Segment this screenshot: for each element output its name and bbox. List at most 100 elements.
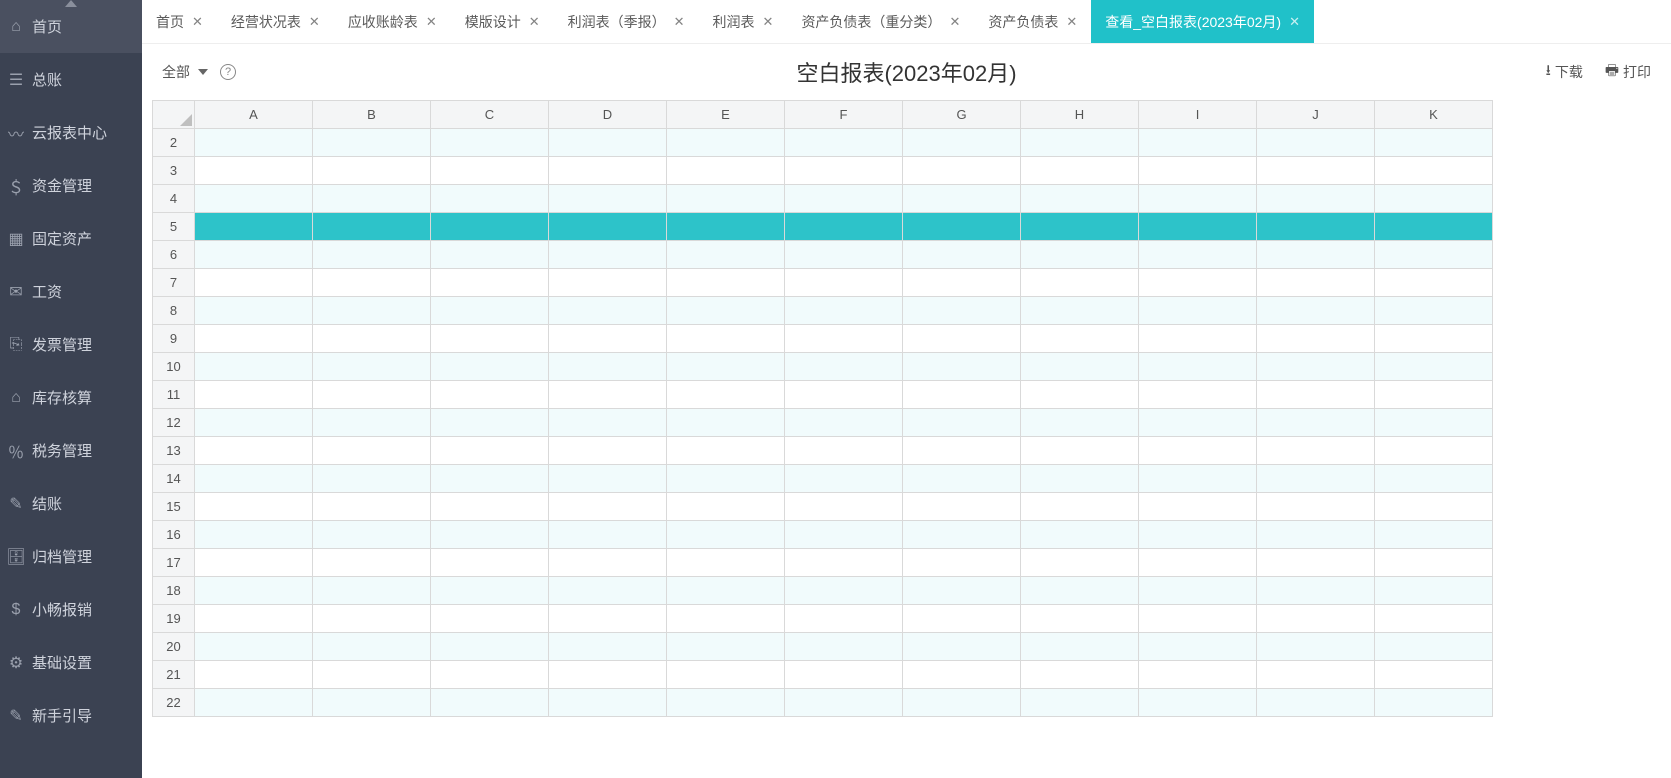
cell-K21[interactable] xyxy=(1375,661,1493,689)
cell-F16[interactable] xyxy=(785,521,903,549)
column-header-B[interactable]: B xyxy=(313,101,431,129)
cell-B11[interactable] xyxy=(313,381,431,409)
cell-A12[interactable] xyxy=(195,409,313,437)
row-header-16[interactable]: 16 xyxy=(153,521,195,549)
cell-E3[interactable] xyxy=(667,157,785,185)
cell-C4[interactable] xyxy=(431,185,549,213)
cell-G16[interactable] xyxy=(903,521,1021,549)
cell-I2[interactable] xyxy=(1139,129,1257,157)
cell-B21[interactable] xyxy=(313,661,431,689)
cell-G14[interactable] xyxy=(903,465,1021,493)
row-header-6[interactable]: 6 xyxy=(153,241,195,269)
cell-J17[interactable] xyxy=(1257,549,1375,577)
cell-F7[interactable] xyxy=(785,269,903,297)
sidebar-item-tax[interactable]: ％税务管理 xyxy=(0,424,142,477)
cell-E14[interactable] xyxy=(667,465,785,493)
spreadsheet[interactable]: ABCDEFGHIJK23456789101112131415161718192… xyxy=(142,100,1671,778)
row-header-10[interactable]: 10 xyxy=(153,353,195,381)
cell-B19[interactable] xyxy=(313,605,431,633)
row-header-12[interactable]: 12 xyxy=(153,409,195,437)
cell-D19[interactable] xyxy=(549,605,667,633)
cell-E8[interactable] xyxy=(667,297,785,325)
cell-C14[interactable] xyxy=(431,465,549,493)
cell-G22[interactable] xyxy=(903,689,1021,717)
cell-F19[interactable] xyxy=(785,605,903,633)
cell-B18[interactable] xyxy=(313,577,431,605)
cell-D10[interactable] xyxy=(549,353,667,381)
cell-E21[interactable] xyxy=(667,661,785,689)
cell-I14[interactable] xyxy=(1139,465,1257,493)
cell-J19[interactable] xyxy=(1257,605,1375,633)
cell-D4[interactable] xyxy=(549,185,667,213)
cell-D3[interactable] xyxy=(549,157,667,185)
cell-K16[interactable] xyxy=(1375,521,1493,549)
cell-J15[interactable] xyxy=(1257,493,1375,521)
cell-G10[interactable] xyxy=(903,353,1021,381)
cell-K6[interactable] xyxy=(1375,241,1493,269)
cell-J5[interactable] xyxy=(1257,213,1375,241)
cell-I18[interactable] xyxy=(1139,577,1257,605)
cell-F15[interactable] xyxy=(785,493,903,521)
sidebar-item-asset[interactable]: ▦固定资产 xyxy=(0,212,142,265)
cell-E15[interactable] xyxy=(667,493,785,521)
close-icon[interactable]: ✕ xyxy=(763,14,774,30)
cell-E16[interactable] xyxy=(667,521,785,549)
row-header-22[interactable]: 22 xyxy=(153,689,195,717)
cell-J16[interactable] xyxy=(1257,521,1375,549)
cell-I7[interactable] xyxy=(1139,269,1257,297)
cell-J10[interactable] xyxy=(1257,353,1375,381)
cell-J20[interactable] xyxy=(1257,633,1375,661)
cell-E2[interactable] xyxy=(667,129,785,157)
cell-E11[interactable] xyxy=(667,381,785,409)
cell-I4[interactable] xyxy=(1139,185,1257,213)
cell-A2[interactable] xyxy=(195,129,313,157)
close-icon[interactable]: ✕ xyxy=(529,14,540,30)
cell-E4[interactable] xyxy=(667,185,785,213)
sidebar-item-stock[interactable]: ⌂库存核算 xyxy=(0,371,142,424)
cell-J8[interactable] xyxy=(1257,297,1375,325)
cell-D7[interactable] xyxy=(549,269,667,297)
cell-G13[interactable] xyxy=(903,437,1021,465)
cell-G20[interactable] xyxy=(903,633,1021,661)
cell-A11[interactable] xyxy=(195,381,313,409)
cell-G7[interactable] xyxy=(903,269,1021,297)
cell-K17[interactable] xyxy=(1375,549,1493,577)
cell-C12[interactable] xyxy=(431,409,549,437)
row-header-13[interactable]: 13 xyxy=(153,437,195,465)
row-header-2[interactable]: 2 xyxy=(153,129,195,157)
cell-K10[interactable] xyxy=(1375,353,1493,381)
tab-5[interactable]: 利润表✕ xyxy=(699,0,788,43)
cell-C13[interactable] xyxy=(431,437,549,465)
cell-C2[interactable] xyxy=(431,129,549,157)
cell-H8[interactable] xyxy=(1021,297,1139,325)
cell-K19[interactable] xyxy=(1375,605,1493,633)
row-header-4[interactable]: 4 xyxy=(153,185,195,213)
cell-J6[interactable] xyxy=(1257,241,1375,269)
cell-D11[interactable] xyxy=(549,381,667,409)
row-header-9[interactable]: 9 xyxy=(153,325,195,353)
cell-A19[interactable] xyxy=(195,605,313,633)
cell-A17[interactable] xyxy=(195,549,313,577)
cell-I13[interactable] xyxy=(1139,437,1257,465)
row-header-8[interactable]: 8 xyxy=(153,297,195,325)
cell-C11[interactable] xyxy=(431,381,549,409)
cell-J13[interactable] xyxy=(1257,437,1375,465)
cell-E19[interactable] xyxy=(667,605,785,633)
cell-K2[interactable] xyxy=(1375,129,1493,157)
cell-B3[interactable] xyxy=(313,157,431,185)
cell-J12[interactable] xyxy=(1257,409,1375,437)
cell-F17[interactable] xyxy=(785,549,903,577)
tab-6[interactable]: 资产负债表（重分类）✕ xyxy=(787,0,974,43)
tab-3[interactable]: 模版设计✕ xyxy=(451,0,554,43)
cell-D18[interactable] xyxy=(549,577,667,605)
cell-C21[interactable] xyxy=(431,661,549,689)
cell-A3[interactable] xyxy=(195,157,313,185)
cell-G2[interactable] xyxy=(903,129,1021,157)
print-button[interactable]: 🖶 打印 xyxy=(1605,60,1651,85)
cell-B13[interactable] xyxy=(313,437,431,465)
cell-G9[interactable] xyxy=(903,325,1021,353)
cell-B17[interactable] xyxy=(313,549,431,577)
cell-C16[interactable] xyxy=(431,521,549,549)
help-icon[interactable]: ? xyxy=(220,64,236,80)
cell-F13[interactable] xyxy=(785,437,903,465)
